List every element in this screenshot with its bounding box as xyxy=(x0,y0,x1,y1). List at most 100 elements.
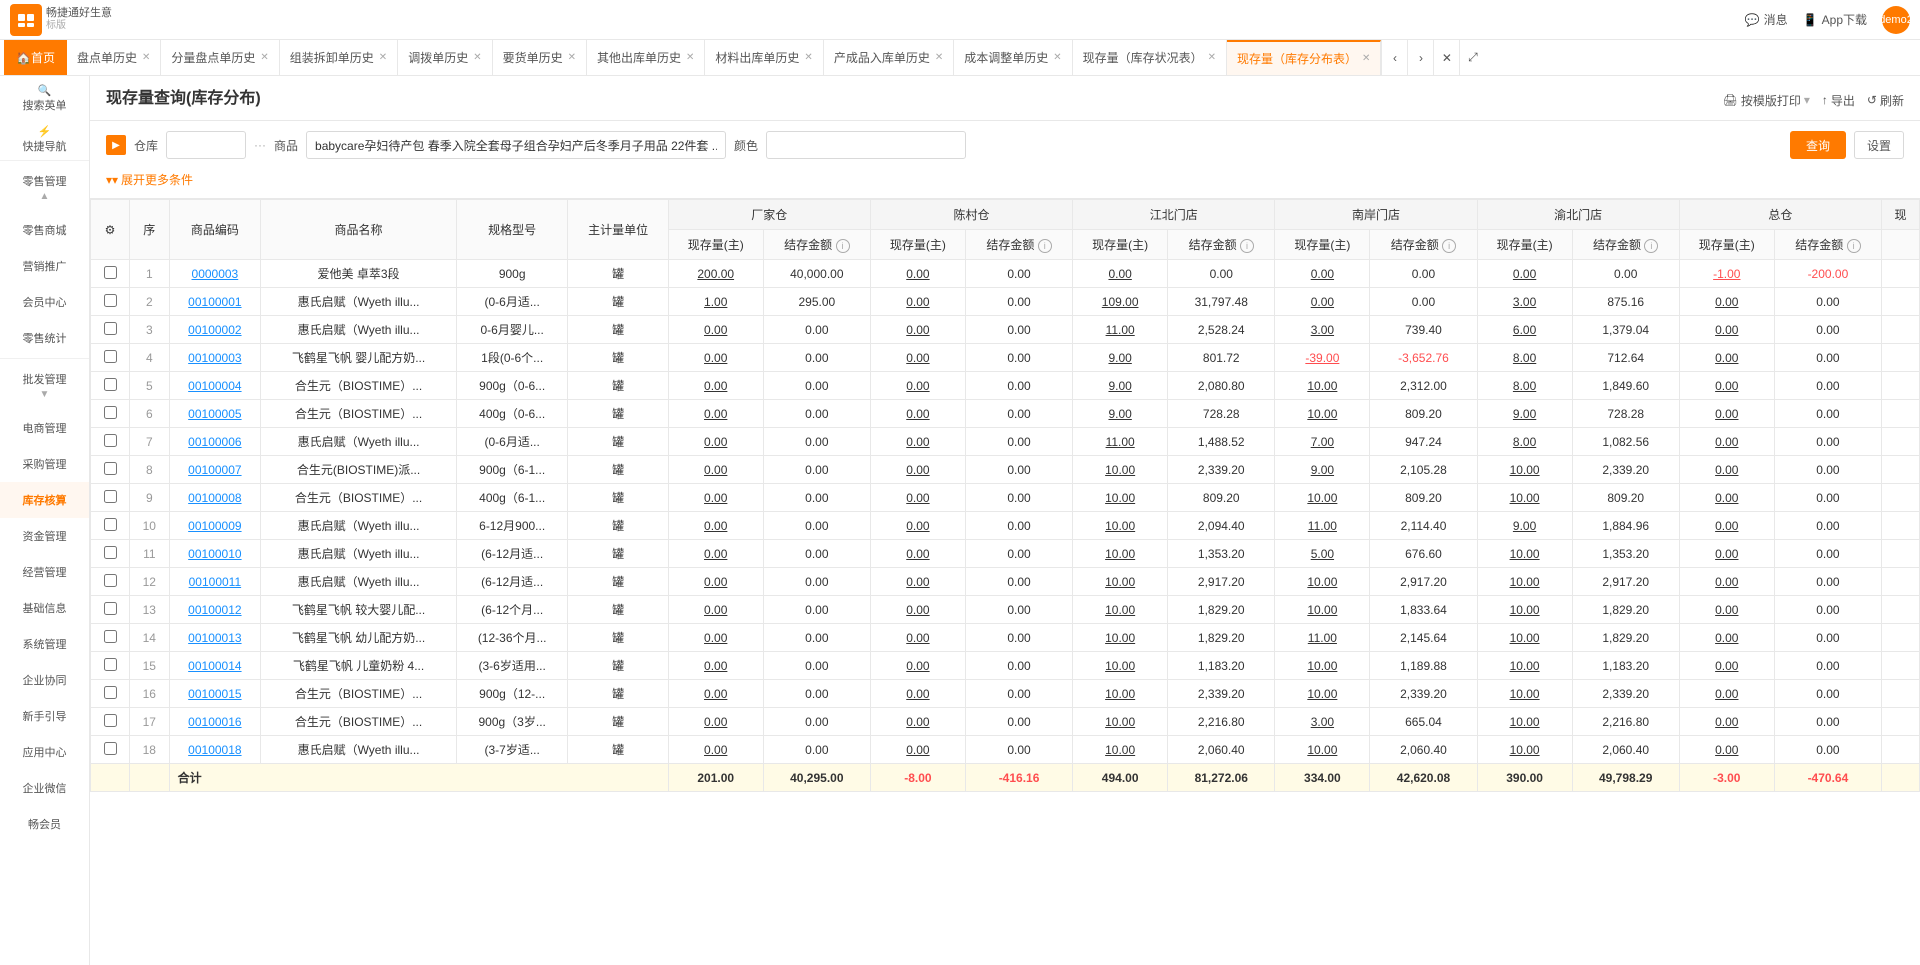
sidebar-item-retail-store[interactable]: 零售商城 xyxy=(0,212,89,248)
cell-jiubei-stock[interactable]: 10.00 xyxy=(1477,484,1572,512)
cell-chenshi-stock[interactable]: 0.00 xyxy=(870,708,965,736)
app-download-btn[interactable]: 📱 App下载 xyxy=(1803,11,1867,28)
cell-total-stock[interactable]: 0.00 xyxy=(1679,736,1774,764)
product-input[interactable] xyxy=(306,131,726,159)
cell-nanan-stock[interactable]: 10.00 xyxy=(1275,372,1370,400)
cell-chenshi-stock[interactable]: 0.00 xyxy=(870,372,965,400)
cell-factory-stock[interactable]: 1.00 xyxy=(668,288,763,316)
message-btn[interactable]: 💬 消息 xyxy=(1745,11,1788,28)
cell-jiangbei-stock[interactable]: 10.00 xyxy=(1073,540,1168,568)
cell-nanan-stock[interactable]: 0.00 xyxy=(1275,260,1370,288)
cell-code[interactable]: 00100018 xyxy=(169,736,261,764)
cell-jiubei-stock[interactable]: 6.00 xyxy=(1477,316,1572,344)
cell-chenshi-stock[interactable]: 0.00 xyxy=(870,456,965,484)
cell-checkbox[interactable] xyxy=(91,540,130,568)
cell-jiangbei-stock[interactable]: 109.00 xyxy=(1073,288,1168,316)
cell-code[interactable]: 00100006 xyxy=(169,428,261,456)
cell-checkbox[interactable] xyxy=(91,260,130,288)
cell-total-stock[interactable]: 0.00 xyxy=(1679,624,1774,652)
print-btn[interactable]: 🖨 按模版打印 ▾ xyxy=(1723,92,1810,109)
tab-cost-adjustment[interactable]: 成本调整单历史 ✕ xyxy=(954,40,1072,76)
cell-nanan-stock[interactable]: 3.00 xyxy=(1275,316,1370,344)
row-checkbox[interactable] xyxy=(104,350,117,363)
cell-code[interactable]: 00100011 xyxy=(169,568,261,596)
tab-material-outbound[interactable]: 材料出库单历史 ✕ xyxy=(705,40,823,76)
cell-jiubei-stock[interactable]: 9.00 xyxy=(1477,400,1572,428)
cell-nanan-stock[interactable]: 10.00 xyxy=(1275,652,1370,680)
cell-nanan-stock[interactable]: 10.00 xyxy=(1275,680,1370,708)
tab-stock-distribution[interactable]: 现存量（库存分布表） ✕ xyxy=(1227,40,1381,76)
cell-jiangbei-stock[interactable]: 10.00 xyxy=(1073,624,1168,652)
cell-jiubei-stock[interactable]: 8.00 xyxy=(1477,428,1572,456)
cell-jiangbei-stock[interactable]: 11.00 xyxy=(1073,316,1168,344)
cell-factory-stock[interactable]: 0.00 xyxy=(668,428,763,456)
cell-jiubei-stock[interactable]: 10.00 xyxy=(1477,736,1572,764)
row-checkbox[interactable] xyxy=(104,462,117,475)
nanan-amt-info[interactable]: i xyxy=(1442,239,1456,253)
cell-chenshi-stock[interactable]: 0.00 xyxy=(870,316,965,344)
sidebar-item-app-center[interactable]: 应用中心 xyxy=(0,734,89,770)
cell-factory-stock[interactable]: 0.00 xyxy=(668,708,763,736)
cell-jiangbei-stock[interactable]: 10.00 xyxy=(1073,736,1168,764)
tab-home[interactable]: 🏠 首页 xyxy=(4,40,67,76)
cell-checkbox[interactable] xyxy=(91,596,130,624)
sidebar-item-operations[interactable]: 经营管理 xyxy=(0,554,89,590)
sidebar-item-basic-info[interactable]: 基础信息 xyxy=(0,590,89,626)
cell-checkbox[interactable] xyxy=(91,512,130,540)
row-checkbox[interactable] xyxy=(104,434,117,447)
tab-prev-btn[interactable]: ‹ xyxy=(1381,40,1407,76)
close-tab-4[interactable]: ✕ xyxy=(473,52,481,63)
cell-jiangbei-stock[interactable]: 9.00 xyxy=(1073,400,1168,428)
cell-checkbox[interactable] xyxy=(91,652,130,680)
cell-total-stock[interactable]: 0.00 xyxy=(1679,428,1774,456)
cell-total-stock[interactable]: 0.00 xyxy=(1679,288,1774,316)
close-tab-6[interactable]: ✕ xyxy=(686,52,694,63)
cell-jiangbei-stock[interactable]: 10.00 xyxy=(1073,680,1168,708)
cell-jiangbei-stock[interactable]: 10.00 xyxy=(1073,456,1168,484)
user-avatar[interactable]: demo2 xyxy=(1882,6,1910,34)
close-tab-10[interactable]: ✕ xyxy=(1208,52,1216,63)
sidebar-item-finance[interactable]: 资金管理 xyxy=(0,518,89,554)
cell-code[interactable]: 00100013 xyxy=(169,624,261,652)
cell-code[interactable]: 00100009 xyxy=(169,512,261,540)
cell-chenshi-stock[interactable]: 0.00 xyxy=(870,680,965,708)
cell-nanan-stock[interactable]: 10.00 xyxy=(1275,736,1370,764)
cell-jiangbei-stock[interactable]: 11.00 xyxy=(1073,428,1168,456)
cell-chenshi-stock[interactable]: 0.00 xyxy=(870,540,965,568)
cell-total-stock[interactable]: 0.00 xyxy=(1679,568,1774,596)
cell-nanan-stock[interactable]: -39.00 xyxy=(1275,344,1370,372)
sidebar-item-purchase[interactable]: 采购管理 xyxy=(0,446,89,482)
cell-code[interactable]: 00100010 xyxy=(169,540,261,568)
cell-factory-stock[interactable]: 0.00 xyxy=(668,540,763,568)
close-tab-8[interactable]: ✕ xyxy=(935,52,943,63)
cell-nanan-stock[interactable]: 11.00 xyxy=(1275,624,1370,652)
tab-other-outbound[interactable]: 其他出库单历史 ✕ xyxy=(587,40,705,76)
cell-total-stock[interactable]: -1.00 xyxy=(1679,260,1774,288)
cell-total-stock[interactable]: 0.00 xyxy=(1679,540,1774,568)
refresh-btn[interactable]: ↺ 刷新 xyxy=(1867,92,1904,109)
cell-jiubei-stock[interactable]: 10.00 xyxy=(1477,708,1572,736)
cell-factory-stock[interactable]: 0.00 xyxy=(668,680,763,708)
row-checkbox[interactable] xyxy=(104,602,117,615)
cell-jiubei-stock[interactable]: 9.00 xyxy=(1477,512,1572,540)
row-checkbox[interactable] xyxy=(104,658,117,671)
tab-transfer[interactable]: 调拨单历史 ✕ xyxy=(398,40,492,76)
th-gear[interactable]: ⚙ xyxy=(91,200,130,260)
cell-nanan-stock[interactable]: 0.00 xyxy=(1275,288,1370,316)
cell-checkbox[interactable] xyxy=(91,484,130,512)
row-checkbox[interactable] xyxy=(104,742,117,755)
sidebar-item-wholesale[interactable]: 批发管理 ▼ xyxy=(0,361,89,410)
cell-chenshi-stock[interactable]: 0.00 xyxy=(870,624,965,652)
setting-button[interactable]: 设置 xyxy=(1854,131,1904,159)
close-tab-5[interactable]: ✕ xyxy=(568,52,576,63)
cell-total-stock[interactable]: 0.00 xyxy=(1679,372,1774,400)
row-checkbox[interactable] xyxy=(104,490,117,503)
cell-checkbox[interactable] xyxy=(91,344,130,372)
cell-jiubei-stock[interactable]: 0.00 xyxy=(1477,260,1572,288)
cell-checkbox[interactable] xyxy=(91,736,130,764)
cell-checkbox[interactable] xyxy=(91,708,130,736)
cell-total-stock[interactable]: 0.00 xyxy=(1679,708,1774,736)
cell-code[interactable]: 00100016 xyxy=(169,708,261,736)
sidebar-item-inventory[interactable]: 库存核算 xyxy=(0,482,89,518)
cell-code[interactable]: 00100002 xyxy=(169,316,261,344)
